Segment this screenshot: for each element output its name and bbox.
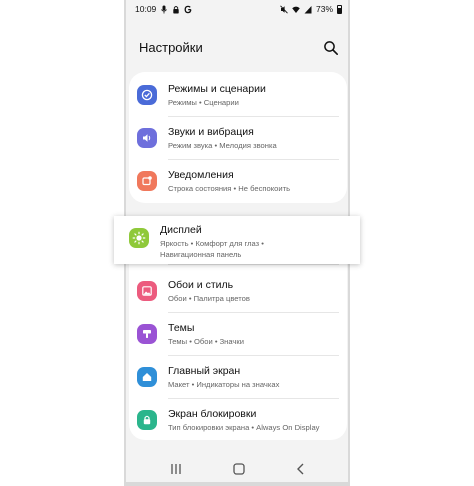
settings-item-subtitle: Тип блокировки экрана • Always On Displa… — [168, 423, 320, 432]
mute-icon — [280, 4, 288, 14]
battery-percentage: 73% — [315, 4, 333, 14]
navigation-bar — [126, 455, 348, 483]
brightness-icon — [129, 228, 149, 248]
settings-item-title: Режимы и сценарии — [168, 83, 266, 95]
signal-icon — [304, 5, 312, 13]
settings-item-subtitle: Навигационная панель — [160, 250, 242, 259]
settings-item-subtitle: Обои • Палитра цветов — [168, 294, 250, 303]
speaker-icon — [137, 128, 157, 148]
lock-icon — [137, 410, 157, 430]
notifications-icon — [137, 171, 157, 191]
lock-status-icon — [173, 5, 179, 13]
settings-item-title: Обои и стиль — [168, 279, 234, 291]
back-icon[interactable] — [293, 462, 309, 476]
page-title: Настройки — [139, 40, 203, 55]
settings-item-subtitle: Темы • Обои • Значки — [168, 337, 244, 346]
settings-item-sounds[interactable]: Звуки и вибрация Режим звука • Мелодия з… — [129, 116, 347, 159]
themes-brush-icon — [137, 324, 157, 344]
recents-icon[interactable] — [168, 462, 184, 476]
settings-item-subtitle: Яркость • Комфорт для глаз • — [160, 239, 264, 248]
home-button-icon[interactable] — [231, 462, 247, 476]
status-time: 10:09 — [135, 4, 157, 14]
settings-item-notifications[interactable]: Уведомления Строка состояния • Не беспок… — [129, 159, 347, 202]
settings-item-title: Уведомления — [168, 169, 234, 181]
settings-item-subtitle: Строка состояния • Не беспокоить — [168, 184, 291, 193]
settings-item-title: Главный экран — [168, 365, 241, 377]
settings-item-subtitle: Режим звука • Мелодия звонка — [168, 141, 277, 150]
settings-item-themes[interactable]: Темы Темы • Обои • Значки — [129, 312, 347, 355]
settings-item-title: Темы — [168, 322, 195, 334]
settings-group-1: Режимы и сценарии Режимы • Сценарии Звук… — [129, 72, 347, 203]
status-bar: 10:09 73% — [126, 0, 348, 18]
settings-item-title: Дисплей — [160, 224, 202, 236]
settings-item-title: Звуки и вибрация — [168, 126, 254, 138]
modes-check-icon — [137, 85, 157, 105]
settings-item-display[interactable]: Дисплей Яркость • Комфорт для глаз • Нав… — [114, 216, 360, 264]
mic-icon — [161, 5, 168, 13]
wifi-icon — [292, 6, 300, 13]
settings-item-lock-screen[interactable]: Экран блокировки Тип блокировки экрана •… — [129, 398, 347, 441]
settings-item-home-screen[interactable]: Главный экран Макет • Индикаторы на знач… — [129, 355, 347, 398]
home-icon — [137, 367, 157, 387]
wallpaper-icon — [137, 281, 157, 301]
settings-item-title: Экран блокировки — [168, 408, 257, 420]
search-icon[interactable] — [323, 40, 339, 56]
phone-bottom-edge — [124, 482, 350, 486]
settings-item-subtitle: Режимы • Сценарии — [168, 98, 239, 107]
divider — [168, 264, 339, 265]
settings-item-wallpaper[interactable]: Обои и стиль Обои • Палитра цветов — [129, 269, 347, 312]
google-icon — [184, 5, 192, 13]
battery-icon — [337, 4, 342, 14]
settings-item-modes[interactable]: Режимы и сценарии Режимы • Сценарии — [129, 73, 347, 116]
settings-item-subtitle: Макет • Индикаторы на значках — [168, 380, 280, 389]
